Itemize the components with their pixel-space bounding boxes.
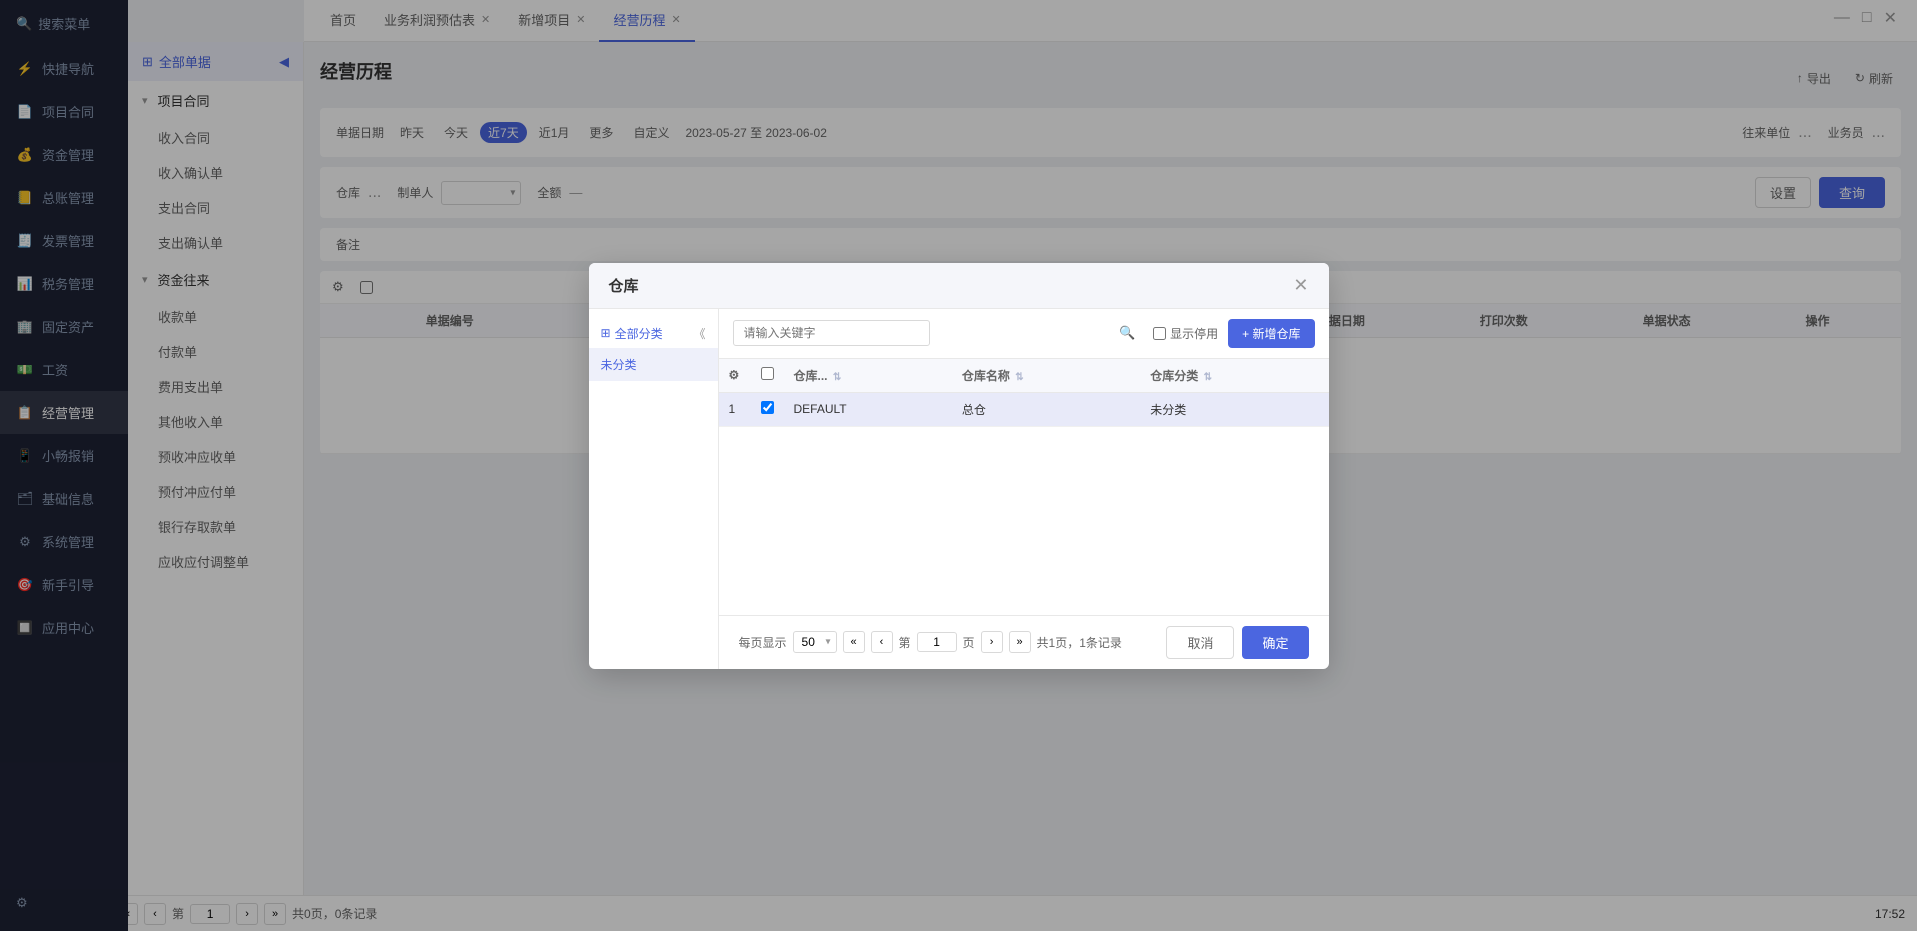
modal-table-header-row: ⚙ 仓库... ⇅ 仓库名称 ⇅ — [719, 359, 1329, 393]
modal-per-page-label: 每页显示 — [739, 634, 787, 651]
confirm-button[interactable]: 确定 — [1242, 626, 1308, 659]
modal-th-settings[interactable]: ⚙ — [719, 359, 751, 393]
sort-name-icon[interactable]: ⇅ — [1015, 372, 1023, 383]
modal-table-wrap: ⚙ 仓库... ⇅ 仓库名称 ⇅ — [719, 359, 1329, 615]
uncategorized-label: 未分类 — [601, 358, 637, 372]
modal-select-all[interactable] — [761, 367, 774, 380]
modal-table-row[interactable]: 1 DEFAULT 总仓 未分类 — [719, 392, 1329, 426]
modal-prev-btn[interactable]: ‹ — [871, 631, 893, 653]
modal-row-check[interactable] — [761, 401, 774, 414]
modal-page-suffix: 页 — [963, 634, 975, 651]
grid-icon-modal: ⊞ — [601, 326, 611, 340]
show-disabled-label[interactable]: 显示停用 — [1153, 325, 1218, 342]
modal-page-input[interactable] — [917, 632, 957, 652]
modal-footer: 每页显示 50 « ‹ 第 页 › » 共1页，1条记录 — [719, 615, 1329, 669]
modal-row-checkbox — [751, 392, 784, 426]
warehouse-modal: 仓库 ✕ ⊞ 全部分类 《 未分类 — [589, 263, 1329, 669]
modal-body: ⊞ 全部分类 《 未分类 🔍 显示停用 — [589, 309, 1329, 669]
modal-row-category: 未分类 — [1140, 392, 1328, 426]
modal-th-code: 仓库... ⇅ — [784, 359, 952, 393]
modal-th-name: 仓库名称 ⇅ — [952, 359, 1140, 393]
sort-category-icon[interactable]: ⇅ — [1204, 372, 1212, 383]
modal-th-category: 仓库分类 ⇅ — [1140, 359, 1328, 393]
add-warehouse-button[interactable]: + 新增仓库 — [1228, 319, 1314, 348]
modal-row-code: DEFAULT — [784, 392, 952, 426]
modal-left-header: ⊞ 全部分类 《 — [589, 319, 718, 348]
modal-pagination-info: 每页显示 50 « ‹ 第 页 › » 共1页，1条记录 — [739, 631, 1122, 653]
modal-last-btn[interactable]: » — [1009, 631, 1031, 653]
modal-row-num: 1 — [719, 392, 751, 426]
modal-overlay[interactable]: 仓库 ✕ ⊞ 全部分类 《 未分类 — [0, 0, 1917, 931]
modal-per-page-wrap: 50 — [793, 631, 837, 653]
modal-right-panel: 🔍 显示停用 + 新增仓库 ⚙ — [719, 309, 1329, 669]
modal-row-name: 总仓 — [952, 392, 1140, 426]
modal-collapse-icon[interactable]: 《 — [693, 325, 705, 342]
modal-title: 仓库 — [609, 275, 639, 296]
modal-search-wrap: 🔍 — [733, 320, 1144, 346]
cancel-button[interactable]: 取消 — [1166, 626, 1234, 659]
modal-th-checkbox — [751, 359, 784, 393]
modal-table: ⚙ 仓库... ⇅ 仓库名称 ⇅ — [719, 359, 1329, 427]
modal-page-label: 第 — [899, 634, 911, 651]
all-categories-label[interactable]: 全部分类 — [615, 325, 694, 342]
modal-next-btn[interactable]: › — [981, 631, 1003, 653]
modal-action-btns: 取消 确定 — [1166, 626, 1308, 659]
sort-code-icon[interactable]: ⇅ — [833, 372, 841, 383]
modal-right-toolbar: 🔍 显示停用 + 新增仓库 — [719, 309, 1329, 359]
show-disabled-checkbox[interactable] — [1153, 327, 1166, 340]
modal-header: 仓库 ✕ — [589, 263, 1329, 309]
modal-first-btn[interactable]: « — [843, 631, 865, 653]
modal-left-panel: ⊞ 全部分类 《 未分类 — [589, 309, 719, 669]
modal-total-label: 共1页，1条记录 — [1037, 634, 1122, 651]
modal-close-button[interactable]: ✕ — [1293, 275, 1308, 296]
modal-per-page-select[interactable]: 50 — [793, 631, 837, 653]
show-disabled-text: 显示停用 — [1170, 325, 1218, 342]
modal-search-icon[interactable]: 🔍 — [1119, 325, 1135, 341]
modal-search-input[interactable] — [733, 320, 930, 346]
modal-left-uncategorized[interactable]: 未分类 — [589, 348, 718, 381]
